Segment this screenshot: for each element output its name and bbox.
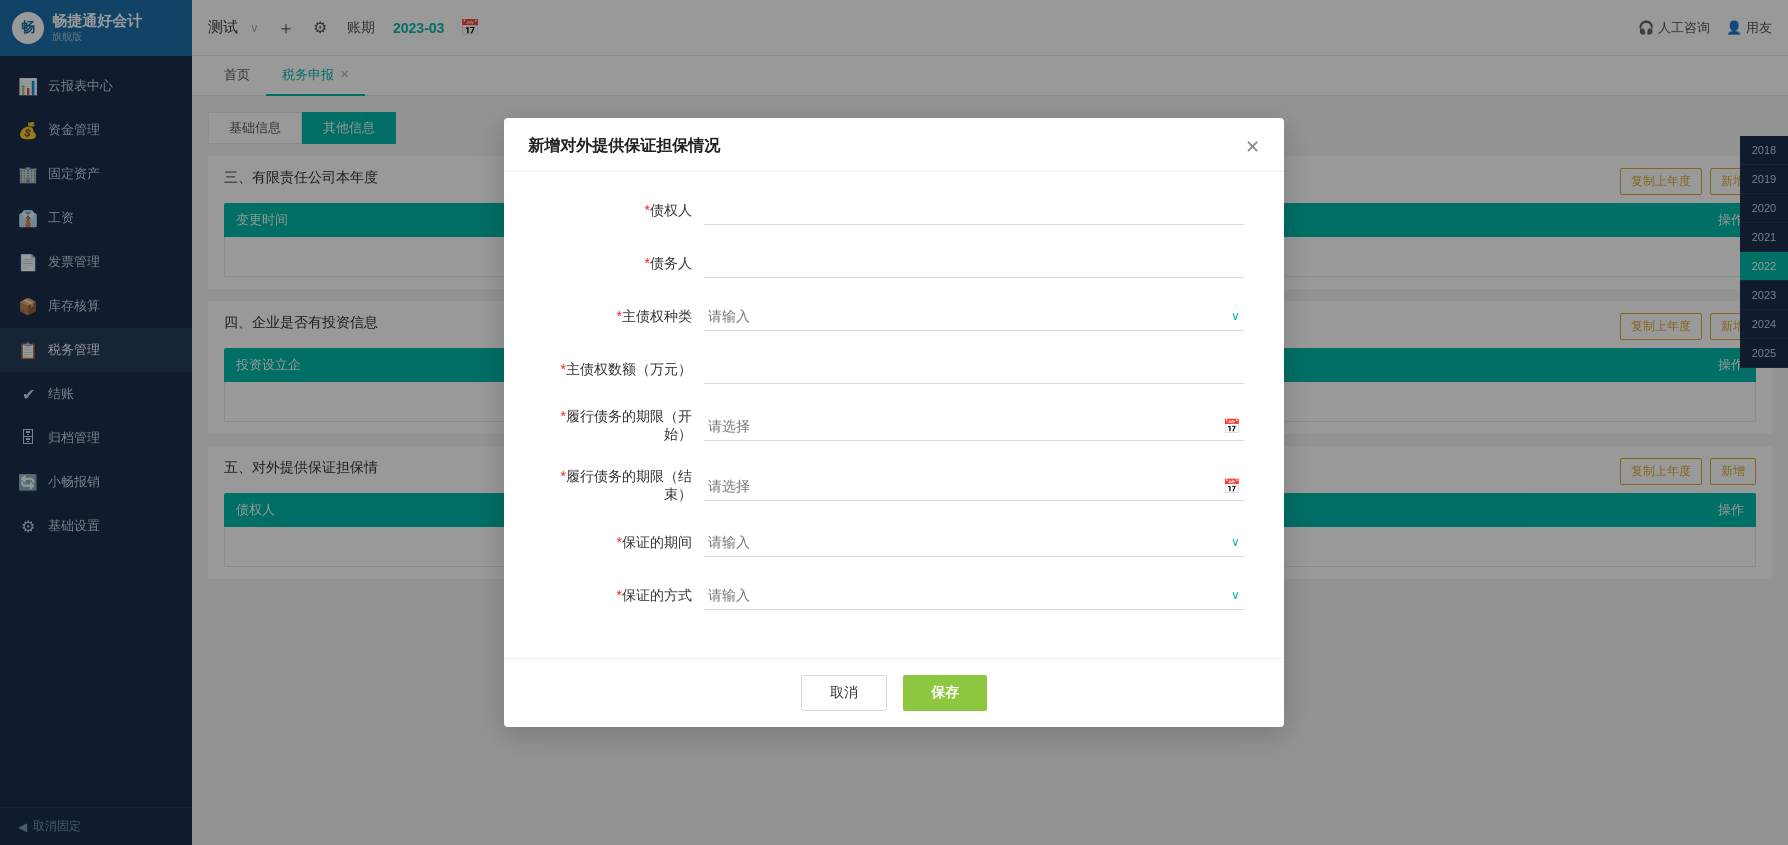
form-label-guarantee-period: *保证的期间 xyxy=(544,534,704,552)
select-input-creditor-type[interactable] xyxy=(704,302,1227,330)
required-mark-duty-end: * xyxy=(561,468,566,484)
date-input-duty-start[interactable] xyxy=(704,412,1219,440)
modal-close-button[interactable]: ✕ xyxy=(1245,138,1260,156)
calendar-icon-duty-start[interactable]: 📅 xyxy=(1219,418,1244,434)
form-label-debtor: *债务人 xyxy=(544,255,704,273)
required-mark-duty-start: * xyxy=(561,408,566,424)
cancel-button[interactable]: 取消 xyxy=(801,675,887,711)
date-wrap-duty-end: 📅 xyxy=(704,472,1244,501)
form-row-guarantee-method: *保证的方式 ∨ xyxy=(544,581,1244,610)
form-label-guarantee-method: *保证的方式 xyxy=(544,587,704,605)
select-arrow-creditor-type[interactable]: ∨ xyxy=(1227,309,1244,323)
modal-backdrop: 新增对外提供保证担保情况 ✕ *债权人 *债务人 *主债权种类 ∨ *主债权数额（万… xyxy=(0,0,1788,845)
select-wrap-guarantee-period: ∨ xyxy=(704,528,1244,557)
select-arrow-guarantee-period[interactable]: ∨ xyxy=(1227,535,1244,549)
modal-body: *债权人 *债务人 *主债权种类 ∨ *主债权数额（万元） *履行债务的期限（开始） … xyxy=(504,172,1284,658)
form-label-creditor-type: *主债权种类 xyxy=(544,308,704,326)
required-mark-guarantee-method: * xyxy=(617,587,622,603)
required-mark-debtor: * xyxy=(645,255,650,271)
required-mark-guarantee-period: * xyxy=(617,534,622,550)
required-mark-creditor-type: * xyxy=(617,308,622,324)
form-row-debtor: *债务人 xyxy=(544,249,1244,278)
modal-title: 新增对外提供保证担保情况 xyxy=(528,136,720,157)
date-input-duty-end[interactable] xyxy=(704,472,1219,500)
input-debtor[interactable] xyxy=(704,249,1244,278)
form-row-creditor-amount: *主债权数额（万元） xyxy=(544,355,1244,384)
form-row-guarantee-period: *保证的期间 ∨ xyxy=(544,528,1244,557)
form-label-creditor-amount: *主债权数额（万元） xyxy=(544,361,704,379)
form-label-duty-start: *履行债务的期限（开始） xyxy=(544,408,704,444)
form-label-duty-end: *履行债务的期限（结束） xyxy=(544,468,704,504)
date-wrap-duty-start: 📅 xyxy=(704,412,1244,441)
select-wrap-guarantee-method: ∨ xyxy=(704,581,1244,610)
modal-header: 新增对外提供保证担保情况 ✕ xyxy=(504,118,1284,172)
modal-footer: 取消 保存 xyxy=(504,658,1284,727)
input-creditor[interactable] xyxy=(704,196,1244,225)
select-input-guarantee-period[interactable] xyxy=(704,528,1227,556)
form-label-creditor: *债权人 xyxy=(544,202,704,220)
input-creditor-amount[interactable] xyxy=(704,355,1244,384)
calendar-icon-duty-end[interactable]: 📅 xyxy=(1219,478,1244,494)
form-row-duty-end: *履行债务的期限（结束） 📅 xyxy=(544,468,1244,504)
modal-dialog: 新增对外提供保证担保情况 ✕ *债权人 *债务人 *主债权种类 ∨ *主债权数额（万… xyxy=(504,118,1284,727)
select-wrap-creditor-type: ∨ xyxy=(704,302,1244,331)
save-button[interactable]: 保存 xyxy=(903,675,987,711)
required-mark-creditor-amount: * xyxy=(561,361,566,377)
form-row-creditor-type: *主债权种类 ∨ xyxy=(544,302,1244,331)
form-row-creditor: *债权人 xyxy=(544,196,1244,225)
form-row-duty-start: *履行债务的期限（开始） 📅 xyxy=(544,408,1244,444)
select-input-guarantee-method[interactable] xyxy=(704,581,1227,609)
required-mark-creditor: * xyxy=(645,202,650,218)
select-arrow-guarantee-method[interactable]: ∨ xyxy=(1227,588,1244,602)
